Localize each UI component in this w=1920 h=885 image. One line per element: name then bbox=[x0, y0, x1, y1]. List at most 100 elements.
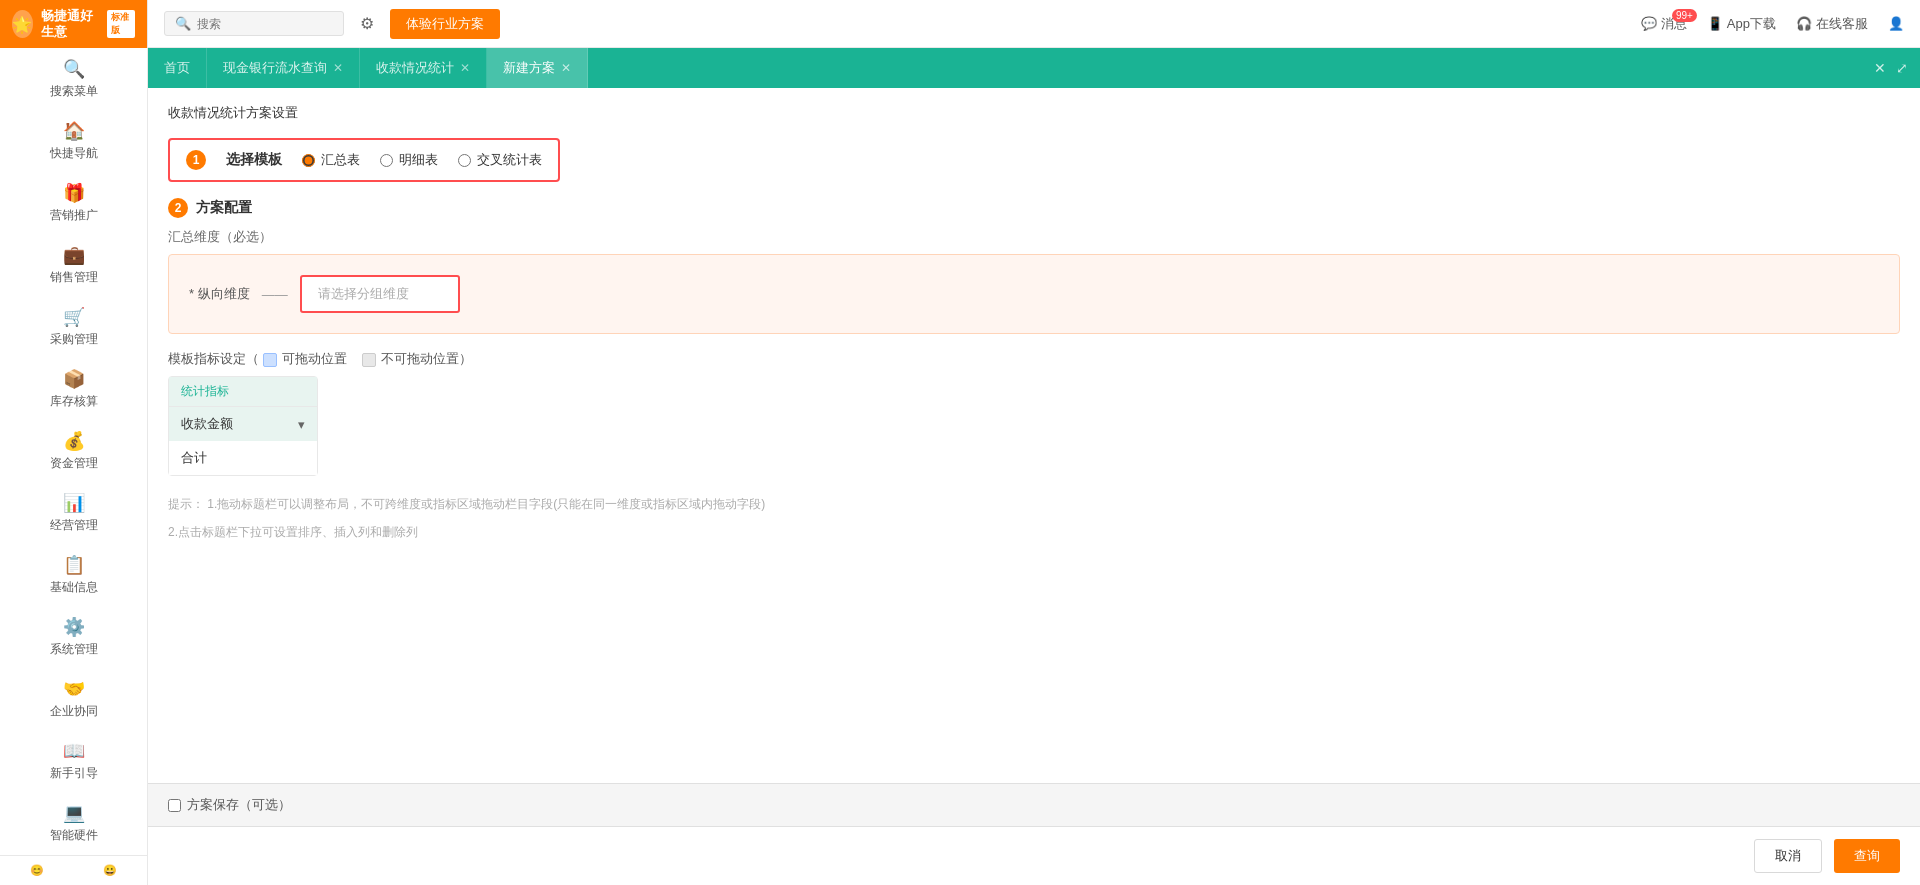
sidebar-item-search-menu[interactable]: 🔍 搜索菜单 bbox=[0, 48, 147, 110]
sidebar-item-label: 资金管理 bbox=[50, 455, 98, 472]
trial-button[interactable]: 体验行业方案 bbox=[390, 9, 500, 39]
sidebar-item-guide[interactable]: 📖 新手引导 bbox=[0, 730, 147, 792]
sidebar-item-purchase[interactable]: 🛒 采购管理 bbox=[0, 296, 147, 358]
cooperation-icon: 🤝 bbox=[63, 678, 85, 700]
radio-detail-input[interactable] bbox=[380, 154, 393, 167]
tab-bank-flow-close[interactable]: ✕ bbox=[333, 61, 343, 75]
radio-summary[interactable]: 汇总表 bbox=[302, 151, 360, 169]
finance-icon: 💰 bbox=[63, 430, 85, 452]
search-input[interactable] bbox=[197, 17, 317, 31]
sidebar-item-sales[interactable]: 💼 销售管理 bbox=[0, 234, 147, 296]
tab-receipt-stat[interactable]: 收款情况统计 ✕ bbox=[360, 48, 487, 88]
sidebar-item-operation[interactable]: 📊 经营管理 bbox=[0, 482, 147, 544]
radio-summary-input[interactable] bbox=[302, 154, 315, 167]
tab-receipt-stat-close[interactable]: ✕ bbox=[460, 61, 470, 75]
metrics-item[interactable]: 收款金额 ▾ bbox=[169, 407, 317, 441]
main-content: 🔍 ⚙ 体验行业方案 💬 消息 99+ 📱 App下载 🎧 在线客服 👤 bbox=[148, 0, 1920, 885]
query-button[interactable]: 查询 bbox=[1834, 839, 1900, 873]
metrics-header: 统计指标 bbox=[169, 377, 317, 407]
chevron-down-icon[interactable]: ▾ bbox=[298, 417, 305, 432]
header-right: 💬 消息 99+ 📱 App下载 🎧 在线客服 👤 bbox=[1641, 15, 1904, 33]
sidebar-avatar2[interactable]: 😀 bbox=[103, 864, 117, 877]
save-checkbox-label[interactable]: 方案保存（可选） bbox=[168, 796, 291, 814]
message-button[interactable]: 💬 消息 99+ bbox=[1641, 15, 1687, 33]
settings-icon[interactable]: ⚙ bbox=[360, 14, 374, 33]
sidebar-item-cooperation[interactable]: 🤝 企业协同 bbox=[0, 668, 147, 730]
dimension-area: * 纵向维度 —— 请选择分组维度 bbox=[168, 254, 1900, 334]
search-menu-icon: 🔍 bbox=[63, 58, 85, 80]
app-download-button[interactable]: 📱 App下载 bbox=[1707, 15, 1776, 33]
metrics-total-row: 合计 bbox=[169, 441, 317, 475]
logo-title: 畅捷通好生意 bbox=[41, 8, 99, 39]
header-search-box[interactable]: 🔍 bbox=[164, 11, 344, 36]
purchase-icon: 🛒 bbox=[63, 306, 85, 328]
tip2: 2.点击标题栏下拉可设置排序、插入列和删除列 bbox=[168, 520, 1900, 544]
action-bar: 取消 查询 bbox=[148, 826, 1920, 885]
download-label: App下载 bbox=[1727, 15, 1776, 33]
sidebar-item-label: 快捷导航 bbox=[50, 145, 98, 162]
user-avatar[interactable]: 👤 bbox=[1888, 16, 1904, 31]
metrics-section: 模板指标设定（ 可拖动位置 不可拖动位置） 统计指标 收款金额 ▾ 合 bbox=[168, 350, 1900, 476]
sidebar-avatar1[interactable]: 😊 bbox=[30, 864, 44, 877]
radio-detail[interactable]: 明细表 bbox=[380, 151, 438, 169]
tab-home-label: 首页 bbox=[164, 59, 190, 77]
sidebar-item-inventory[interactable]: 📦 库存核算 bbox=[0, 358, 147, 420]
sidebar-item-label: 基础信息 bbox=[50, 579, 98, 596]
radio-detail-label: 明细表 bbox=[399, 151, 438, 169]
vertical-label: * 纵向维度 bbox=[189, 285, 250, 303]
step1-section: 1 选择模板 汇总表 明细表 交叉统计表 bbox=[168, 138, 1900, 182]
sidebar-item-label: 库存核算 bbox=[50, 393, 98, 410]
sidebar-item-label: 新手引导 bbox=[50, 765, 98, 782]
cancel-button[interactable]: 取消 bbox=[1754, 839, 1822, 873]
tip1: 提示： 1.拖动标题栏可以调整布局，不可跨维度或指标区域拖动栏目字段(只能在同一… bbox=[168, 492, 1900, 516]
message-icon: 💬 bbox=[1641, 16, 1657, 31]
config-subtitle: 汇总维度（必选） bbox=[168, 228, 1900, 246]
content-inner: 收款情况统计方案设置 1 选择模板 汇总表 明细表 bbox=[148, 88, 1920, 783]
sidebar-bottom: 😊 😀 bbox=[0, 855, 147, 885]
tab-new-plan[interactable]: 新建方案 ✕ bbox=[487, 48, 588, 88]
sidebar-item-label: 采购管理 bbox=[50, 331, 98, 348]
tab-bank-flow-label: 现金银行流水查询 bbox=[223, 59, 327, 77]
sidebar-item-label: 系统管理 bbox=[50, 641, 98, 658]
save-checkbox[interactable] bbox=[168, 799, 181, 812]
sidebar-item-label: 企业协同 bbox=[50, 703, 98, 720]
tab-new-plan-close[interactable]: ✕ bbox=[561, 61, 571, 75]
sidebar-item-basic[interactable]: 📋 基础信息 bbox=[0, 544, 147, 606]
step2-section: 2 方案配置 汇总维度（必选） * 纵向维度 —— 请选择分组维度 bbox=[168, 198, 1900, 544]
metrics-item-label: 收款金额 bbox=[181, 415, 233, 433]
step1-label: 选择模板 bbox=[226, 151, 282, 169]
metrics-grid: 统计指标 收款金额 ▾ 合计 bbox=[168, 376, 318, 476]
support-button[interactable]: 🎧 在线客服 bbox=[1796, 15, 1868, 33]
tab-receipt-stat-label: 收款情况统计 bbox=[376, 59, 454, 77]
non-draggable-icon bbox=[362, 353, 376, 367]
sales-icon: 💼 bbox=[63, 244, 85, 266]
marketing-icon: 🎁 bbox=[63, 182, 85, 204]
footer: 方案保存（可选） bbox=[148, 783, 1920, 826]
radio-cross[interactable]: 交叉统计表 bbox=[458, 151, 542, 169]
inventory-icon: 📦 bbox=[63, 368, 85, 390]
system-icon: ⚙️ bbox=[63, 616, 85, 638]
tab-maximize-icon[interactable]: ⤢ bbox=[1896, 60, 1908, 76]
top-header: 🔍 ⚙ 体验行业方案 💬 消息 99+ 📱 App下载 🎧 在线客服 👤 bbox=[148, 0, 1920, 48]
sidebar-item-finance[interactable]: 💰 资金管理 bbox=[0, 420, 147, 482]
page-title: 收款情况统计方案设置 bbox=[168, 104, 1900, 122]
download-icon: 📱 bbox=[1707, 16, 1723, 31]
sidebar-item-system[interactable]: ⚙️ 系统管理 bbox=[0, 606, 147, 668]
arrow-icon: —— bbox=[262, 287, 288, 302]
support-label: 在线客服 bbox=[1816, 15, 1868, 33]
sidebar-item-hardware[interactable]: 💻 智能硬件 bbox=[0, 792, 147, 854]
radio-cross-label: 交叉统计表 bbox=[477, 151, 542, 169]
tab-close-all-icon[interactable]: ✕ bbox=[1874, 60, 1886, 76]
sidebar-logo: 🌟 畅捷通好生意 标准版 bbox=[0, 0, 147, 48]
dimension-input[interactable]: 请选择分组维度 bbox=[300, 275, 460, 313]
sidebar-item-quick-nav[interactable]: 🏠 快捷导航 bbox=[0, 110, 147, 172]
tab-home[interactable]: 首页 bbox=[148, 48, 207, 88]
hardware-icon: 💻 bbox=[63, 802, 85, 824]
step2-badge: 2 bbox=[168, 198, 188, 218]
sidebar-item-marketing[interactable]: 🎁 营销推广 bbox=[0, 172, 147, 234]
radio-cross-input[interactable] bbox=[458, 154, 471, 167]
step1-badge: 1 bbox=[186, 150, 206, 170]
logo-icon: 🌟 bbox=[12, 10, 33, 38]
template-select-box: 1 选择模板 汇总表 明细表 交叉统计表 bbox=[168, 138, 560, 182]
tab-bank-flow[interactable]: 现金银行流水查询 ✕ bbox=[207, 48, 360, 88]
